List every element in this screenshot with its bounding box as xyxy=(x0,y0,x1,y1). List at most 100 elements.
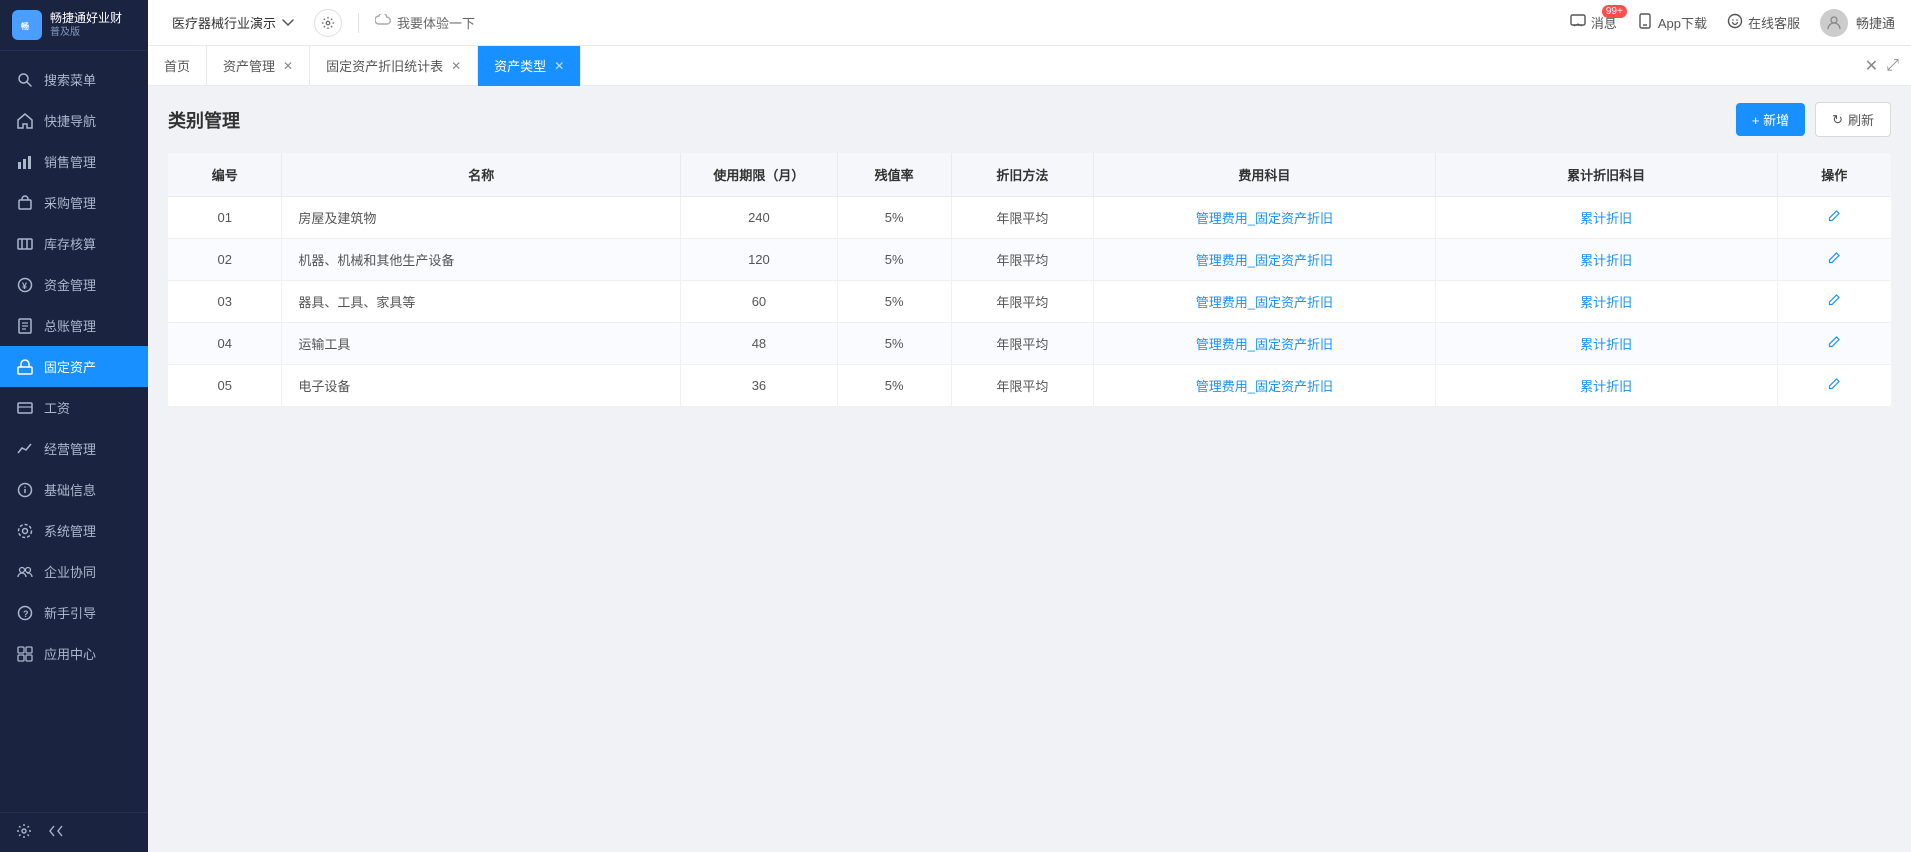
new-button[interactable]: + 新增 xyxy=(1736,103,1805,136)
tab-asset-mgmt-close[interactable]: ✕ xyxy=(283,59,293,73)
svg-text:畅: 畅 xyxy=(21,21,29,31)
cell-id: 03 xyxy=(168,281,282,323)
svg-text:?: ? xyxy=(23,609,29,619)
col-expense: 费用科目 xyxy=(1094,153,1436,197)
collapse-sidebar-icon[interactable] xyxy=(48,823,68,842)
online-service-icon xyxy=(1727,13,1743,32)
cell-method: 年限平均 xyxy=(951,365,1093,407)
sidebar-item-appstore[interactable]: 应用中心 xyxy=(0,633,148,674)
search-icon xyxy=(16,71,34,89)
col-action: 操作 xyxy=(1777,153,1891,197)
tab-asset-type[interactable]: 资产类型 ✕ xyxy=(478,46,581,86)
cell-action[interactable] xyxy=(1777,365,1891,407)
tab-asset-mgmt[interactable]: 资产管理 ✕ xyxy=(207,46,310,86)
cell-id: 05 xyxy=(168,365,282,407)
col-method: 折旧方法 xyxy=(951,153,1093,197)
settings-bottom-icon[interactable] xyxy=(16,823,32,842)
avatar xyxy=(1820,9,1848,37)
cell-duration: 120 xyxy=(681,239,838,281)
sidebar-item-guide[interactable]: ? 新手引导 xyxy=(0,592,148,633)
user-action[interactable]: 畅捷通 xyxy=(1820,9,1895,37)
tab-depreciation-close[interactable]: ✕ xyxy=(451,59,461,73)
sidebar-item-label: 企业协同 xyxy=(44,562,96,581)
sidebar-item-operations[interactable]: 经营管理 xyxy=(0,428,148,469)
sidebar-item-search[interactable]: 搜索菜单 xyxy=(0,59,148,100)
edit-icon[interactable] xyxy=(1827,210,1841,226)
sidebar-menu: 搜索菜单 快捷导航 销售管理 采购管理 库存核算 xyxy=(0,51,148,812)
sidebar-item-sales[interactable]: 销售管理 xyxy=(0,141,148,182)
top-header: 医疗器械行业演示 我要体验一下 消息 99+ xyxy=(148,0,1911,46)
fixed-assets-icon xyxy=(16,358,34,376)
cell-action[interactable] xyxy=(1777,281,1891,323)
sidebar-item-ledger[interactable]: 总账管理 xyxy=(0,305,148,346)
experience-label: 我要体验一下 xyxy=(397,13,475,32)
tab-home[interactable]: 首页 xyxy=(148,46,207,86)
sidebar-item-label: 资金管理 xyxy=(44,275,96,294)
sidebar-item-system[interactable]: 系统管理 xyxy=(0,510,148,551)
module-name: 医疗器械行业演示 xyxy=(172,13,276,32)
sidebar-item-label: 搜索菜单 xyxy=(44,70,96,89)
sidebar-item-basic[interactable]: 基础信息 xyxy=(0,469,148,510)
cell-expense: 管理费用_固定资产折旧 xyxy=(1094,281,1436,323)
cell-accumulated: 累计折旧 xyxy=(1435,365,1777,407)
maximize-icon[interactable]: ⤢ xyxy=(1886,57,1899,75)
cell-expense: 管理费用_固定资产折旧 xyxy=(1094,239,1436,281)
message-action[interactable]: 消息 99+ xyxy=(1570,13,1617,32)
cell-action[interactable] xyxy=(1777,197,1891,239)
main-content: 医疗器械行业演示 我要体验一下 消息 99+ xyxy=(148,0,1911,852)
sidebar-item-collab[interactable]: 企业协同 xyxy=(0,551,148,592)
sidebar-item-inventory[interactable]: 库存核算 xyxy=(0,223,148,264)
close-window-icon[interactable]: ✕ xyxy=(1865,56,1878,76)
sidebar-item-label: 基础信息 xyxy=(44,480,96,499)
header-divider xyxy=(358,13,359,33)
inventory-icon xyxy=(16,235,34,253)
purchase-icon xyxy=(16,194,34,212)
cell-action[interactable] xyxy=(1777,239,1891,281)
tab-bar: 首页 资产管理 ✕ 固定资产折旧统计表 ✕ 资产类型 ✕ ✕ ⤢ xyxy=(148,46,1911,86)
collab-icon xyxy=(16,563,34,581)
tab-asset-mgmt-label: 资产管理 xyxy=(223,56,275,75)
sales-icon xyxy=(16,153,34,171)
basic-icon xyxy=(16,481,34,499)
online-service-action[interactable]: 在线客服 xyxy=(1727,13,1800,32)
capital-icon: ¥ xyxy=(16,276,34,294)
col-duration: 使用期限（月） xyxy=(681,153,838,197)
sidebar-item-label: 新手引导 xyxy=(44,603,96,622)
cell-residual: 5% xyxy=(837,323,951,365)
sidebar-item-label: 应用中心 xyxy=(44,644,96,663)
sidebar-item-label: 工资 xyxy=(44,398,70,417)
edit-icon[interactable] xyxy=(1827,378,1841,394)
cell-accumulated: 累计折旧 xyxy=(1435,323,1777,365)
sidebar-item-capital[interactable]: ¥ 资金管理 xyxy=(0,264,148,305)
tab-asset-type-close[interactable]: ✕ xyxy=(554,59,564,73)
sidebar: 畅 畅捷通好业财 普及版 搜索菜单 快捷导航 销售管理 xyxy=(0,0,148,852)
logo-icon: 畅 xyxy=(12,10,42,40)
experience-button[interactable]: 我要体验一下 xyxy=(375,13,475,32)
sidebar-item-purchase[interactable]: 采购管理 xyxy=(0,182,148,223)
app-download-action[interactable]: App下载 xyxy=(1637,13,1707,32)
header-buttons: + 新增 ↻ 刷新 xyxy=(1736,102,1891,137)
module-selector[interactable]: 医疗器械行业演示 xyxy=(164,9,302,36)
sidebar-item-salary[interactable]: 工资 xyxy=(0,387,148,428)
cell-id: 04 xyxy=(168,323,282,365)
refresh-label: 刷新 xyxy=(1848,110,1874,129)
module-settings-icon[interactable] xyxy=(314,9,342,37)
edit-icon[interactable] xyxy=(1827,294,1841,310)
cell-accumulated: 累计折旧 xyxy=(1435,239,1777,281)
sidebar-item-fixed-assets[interactable]: 固定资产 xyxy=(0,346,148,387)
cell-residual: 5% xyxy=(837,239,951,281)
ledger-icon xyxy=(16,317,34,335)
app-download-icon xyxy=(1637,13,1653,32)
table-row: 03 器具、工具、家具等 60 5% 年限平均 管理费用_固定资产折旧 累计折旧 xyxy=(168,281,1891,323)
tab-depreciation[interactable]: 固定资产折旧统计表 ✕ xyxy=(310,46,478,86)
edit-icon[interactable] xyxy=(1827,336,1841,352)
sidebar-item-label: 系统管理 xyxy=(44,521,96,540)
cell-id: 01 xyxy=(168,197,282,239)
sidebar-item-label: 固定资产 xyxy=(44,357,96,376)
sidebar-item-quicknav[interactable]: 快捷导航 xyxy=(0,100,148,141)
sidebar-item-label: 快捷导航 xyxy=(44,111,96,130)
refresh-button[interactable]: ↻ 刷新 xyxy=(1815,102,1891,137)
cell-action[interactable] xyxy=(1777,323,1891,365)
cell-name: 运输工具 xyxy=(282,323,681,365)
edit-icon[interactable] xyxy=(1827,252,1841,268)
